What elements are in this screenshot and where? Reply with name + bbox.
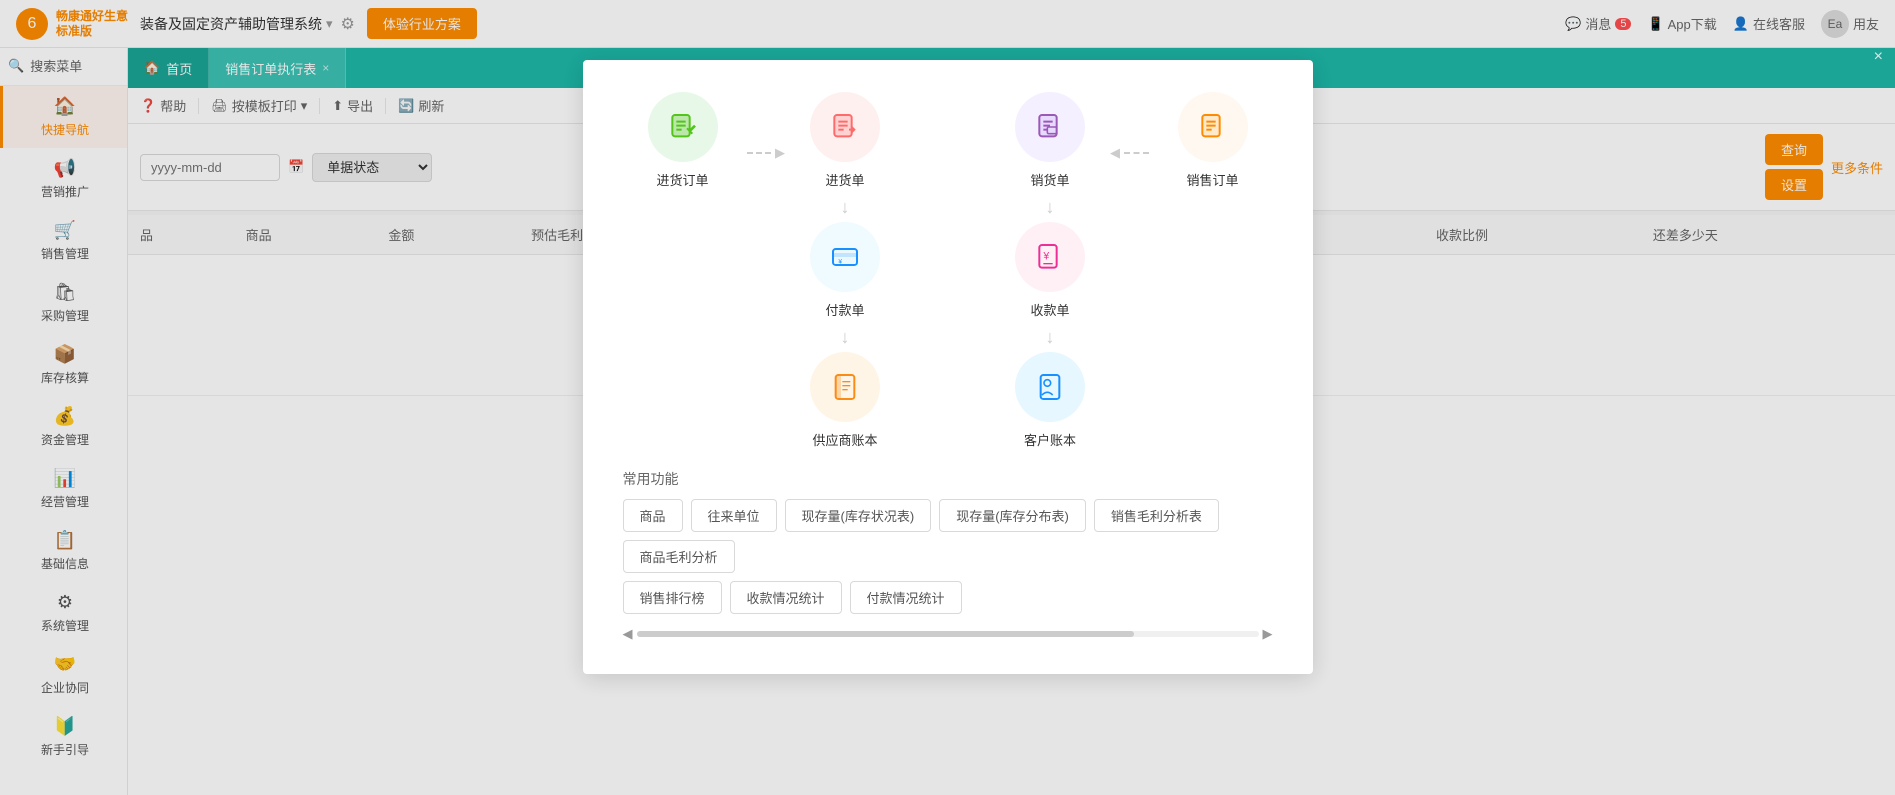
down-arrow-payment: ↓ [785, 327, 905, 348]
sales-bill-label: 销货单 [1030, 170, 1069, 189]
receipt-label: 收款单 [1030, 300, 1069, 319]
func-btn-row-1: 商品 往来单位 现存量(库存状况表) 现存量(库存分布表) 销售毛利分析表 商品… [623, 499, 1273, 573]
func-btn-product-profit[interactable]: 商品毛利分析 [623, 540, 735, 573]
flow-row-4-arrows: ↓ ↓ [623, 327, 1273, 348]
payment-label: 付款单 [825, 300, 864, 319]
down-arrow-receipt: ↓ [990, 327, 1110, 348]
down-arrow-sales: ↓ [990, 197, 1110, 218]
func-btn-payment-stats[interactable]: 付款情况统计 [850, 581, 962, 614]
flow-node-supplier-ledger: 供应商账本 [785, 352, 905, 449]
func-btn-sales-rank[interactable]: 销售排行榜 [623, 581, 722, 614]
purchase-order-circle [648, 92, 718, 162]
svg-text:¥: ¥ [1042, 251, 1049, 263]
quick-nav-modal: 进货订单 ▶ [583, 60, 1313, 674]
scrollbar-track[interactable] [637, 631, 1259, 637]
common-func-title: 常用功能 [623, 469, 1273, 489]
svg-text:¥: ¥ [838, 259, 842, 266]
sales-order-circle [1178, 92, 1248, 162]
customer-ledger-circle [1015, 352, 1085, 422]
flow-node-payment: ¥ 付款单 [785, 222, 905, 319]
flow-row-3: ¥ 付款单 ¥ 收款单 [623, 222, 1273, 319]
scroll-left-icon[interactable]: ◀ [623, 626, 633, 642]
flow-node-sales-order: 销售订单 [1153, 92, 1273, 189]
purchase-bill-circle [810, 92, 880, 162]
flow-node-sales-bill: 销货单 [990, 92, 1110, 189]
sales-bill-circle [1015, 92, 1085, 162]
common-functions: 常用功能 商品 往来单位 现存量(库存状况表) 现存量(库存分布表) 销售毛利分… [623, 469, 1273, 614]
payment-circle: ¥ [810, 222, 880, 292]
func-btn-stock-status[interactable]: 现存量(库存状况表) [785, 499, 932, 532]
flow-row-2-arrows: ↓ ↓ [623, 197, 1273, 218]
func-btn-product[interactable]: 商品 [623, 499, 683, 532]
customer-ledger-label: 客户账本 [1024, 430, 1076, 449]
flow-node-purchase-order: 进货订单 [623, 92, 743, 189]
flow-row-5: 供应商账本 客户账本 [623, 352, 1273, 449]
purchase-bill-label: 进货单 [825, 170, 864, 189]
scroll-right-icon[interactable]: ▶ [1263, 626, 1273, 642]
supplier-ledger-label: 供应商账本 [812, 430, 877, 449]
flow-node-receipt: ¥ 收款单 [990, 222, 1110, 319]
modal-body: 进货订单 ▶ [583, 60, 1313, 674]
func-btn-contacts[interactable]: 往来单位 [691, 499, 777, 532]
down-arrow-purchase: ↓ [785, 197, 905, 218]
receipt-circle: ¥ [1015, 222, 1085, 292]
flow-row-1: 进货订单 ▶ [623, 92, 1273, 189]
purchase-order-label: 进货订单 [656, 170, 708, 189]
arrow-1: ▶ [743, 145, 786, 189]
func-btn-receipt-stats[interactable]: 收款情况统计 [730, 581, 842, 614]
func-btn-row-2: 销售排行榜 收款情况统计 付款情况统计 [623, 581, 1273, 614]
supplier-ledger-circle [810, 352, 880, 422]
modal-overlay: 进货订单 ▶ [0, 0, 1895, 795]
arrow-2: ◀ [1110, 145, 1153, 189]
func-btn-sales-profit[interactable]: 销售毛利分析表 [1094, 499, 1219, 532]
scroll-arrows: ◀ ▶ [623, 626, 1273, 642]
flow-node-purchase-bill: 进货单 [785, 92, 905, 189]
sales-order-label: 销售订单 [1186, 170, 1238, 189]
func-btn-stock-dist[interactable]: 现存量(库存分布表) [939, 499, 1086, 532]
flow-node-customer-ledger: 客户账本 [990, 352, 1110, 449]
